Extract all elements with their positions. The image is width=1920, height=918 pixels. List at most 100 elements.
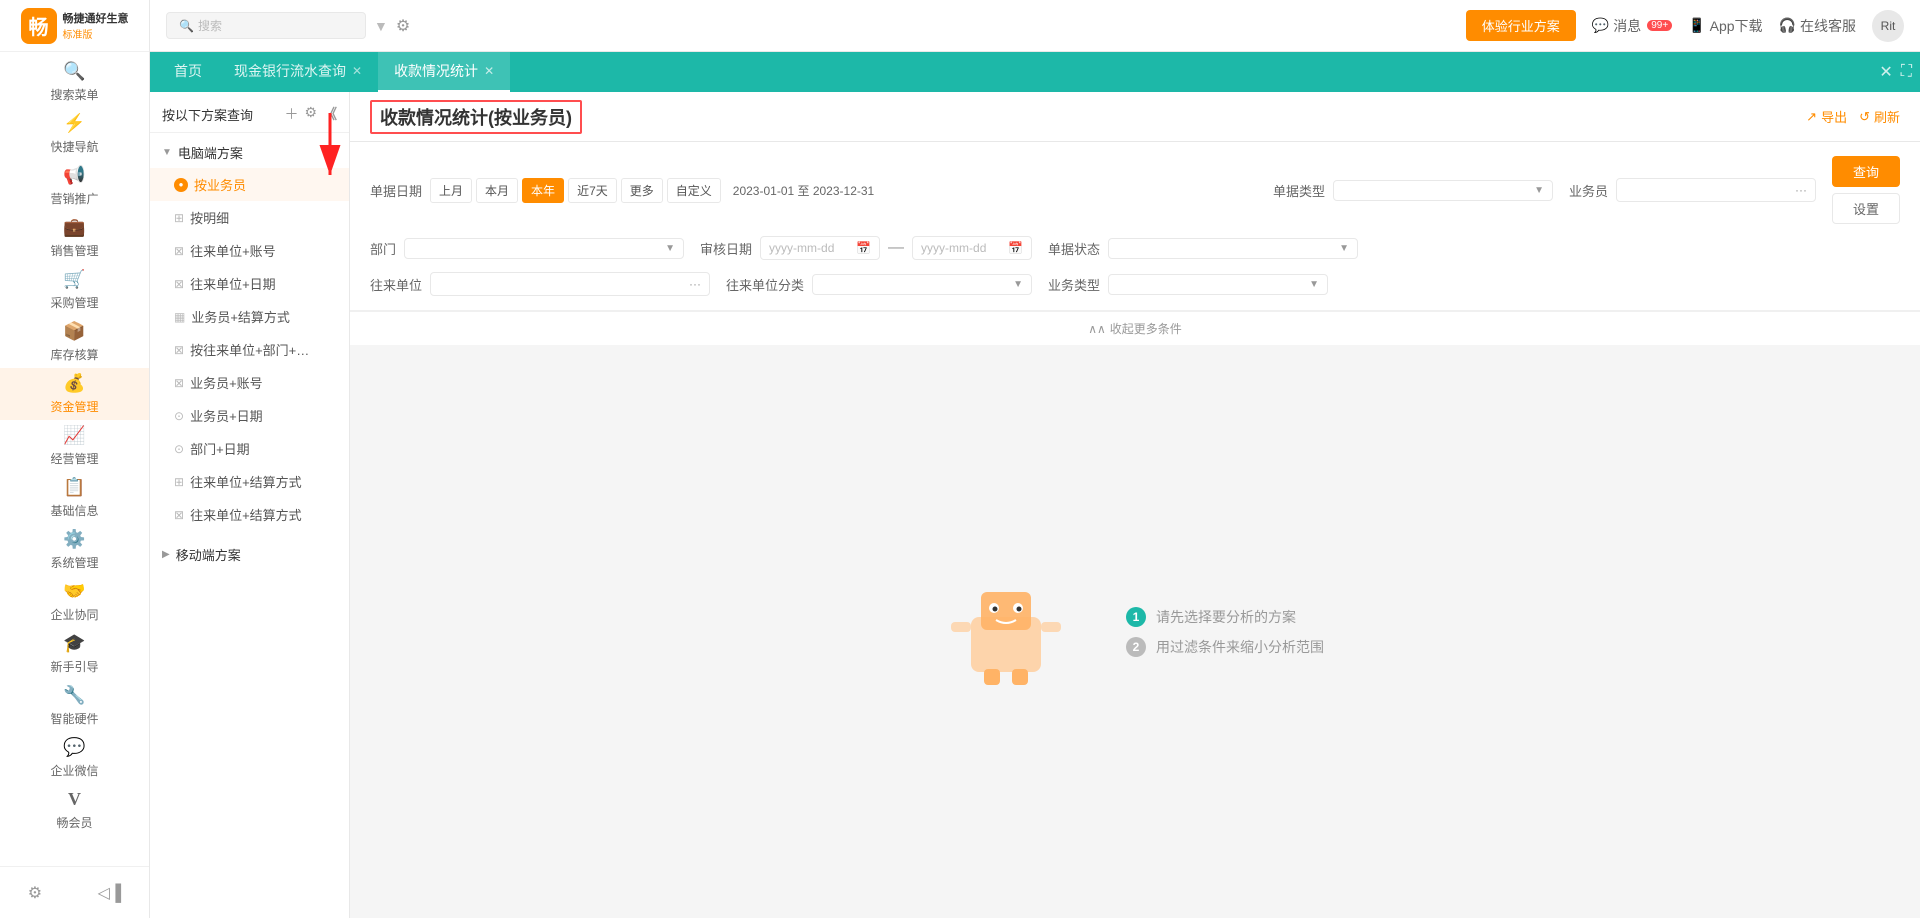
scheme-item-unit-settle2[interactable]: ⊠ 往来单位+结算方式 — [150, 498, 349, 531]
sidebar-item-sales[interactable]: 💼 销售管理 — [0, 212, 149, 264]
sidebar-item-guide[interactable]: 🎓 新手引导 — [0, 628, 149, 680]
avatar[interactable]: Rit — [1872, 10, 1904, 42]
search-placeholder: 搜索 — [198, 17, 222, 34]
query-button[interactable]: 查询 — [1832, 156, 1900, 187]
salesperson-account-icon: ⊠ — [174, 376, 184, 390]
search-icon: 🔍 — [63, 61, 85, 82]
doctype-arrow-icon: ▼ — [1534, 185, 1544, 196]
date-btn-thismonth[interactable]: 本月 — [476, 178, 518, 203]
sidebar-item-label: 企业微信 — [50, 762, 98, 779]
date-btn-custom[interactable]: 自定义 — [667, 178, 721, 203]
date-btn-7days[interactable]: 近7天 — [568, 178, 617, 203]
service-label: 在线客服 — [1800, 16, 1856, 36]
sidebar-item-member[interactable]: V 畅会员 — [0, 784, 149, 836]
collapse-sidebar-icon[interactable]: ◁▐ — [98, 883, 122, 903]
docstatus-select[interactable]: ▼ — [1108, 238, 1358, 259]
refresh-button[interactable]: ↺ 刷新 — [1859, 107, 1900, 126]
sidebar-item-system[interactable]: ⚙️ 系统管理 — [0, 524, 149, 576]
operation-icon: 📈 — [63, 425, 85, 446]
message-btn[interactable]: 💬 消息 99+ — [1592, 16, 1672, 36]
sidebar-item-label: 畅会员 — [56, 814, 92, 831]
mobile-scheme-title[interactable]: ▶ 移动端方案 — [150, 539, 349, 570]
tab-cashflow[interactable]: 现金银行流水查询 ✕ — [218, 52, 378, 92]
left-panel-title: 按以下方案查询 — [162, 105, 253, 124]
scheme-item-unit-account[interactable]: ⊠ 往来单位+账号 — [150, 234, 349, 267]
tab-collection[interactable]: 收款情况统计 ✕ — [378, 52, 510, 92]
salesperson-filter: 业务员 ··· — [1569, 178, 1816, 202]
topbar-settings-icon[interactable]: ⚙ — [396, 16, 410, 36]
empty-step-2: 2 用过滤条件来缩小分析范围 — [1126, 637, 1324, 657]
close-window-icon[interactable]: ✕ — [1879, 62, 1892, 82]
scheme-item-salesperson-settle[interactable]: ▦ 业务员+结算方式 — [150, 300, 349, 333]
sidebar-item-basic[interactable]: 📋 基础信息 — [0, 472, 149, 524]
sidebar-item-purchase[interactable]: 🛒 采购管理 — [0, 264, 149, 316]
audit-date-end[interactable]: yyyy-mm-dd 📅 — [912, 236, 1032, 260]
system-icon: ⚙️ — [63, 529, 85, 550]
salesperson-select[interactable]: ··· — [1616, 178, 1816, 202]
tab-collection-close[interactable]: ✕ — [484, 64, 494, 78]
scheme-item-salesperson-date[interactable]: ⊙ 业务员+日期 — [150, 399, 349, 432]
scheme-group-mobile: ▶ 移动端方案 — [150, 535, 349, 574]
doctype-select[interactable]: ▼ — [1333, 180, 1553, 201]
dept-date-icon: ⊙ — [174, 442, 184, 456]
scheme-item-salesperson[interactable]: ● 按业务员 — [150, 168, 349, 201]
sidebar-item-marketing[interactable]: 📢 营销推广 — [0, 160, 149, 212]
scheme-item-label: 按往来单位+部门+收... — [190, 340, 320, 359]
export-button[interactable]: ↗ 导出 — [1806, 107, 1847, 126]
date-btn-lastmonth[interactable]: 上月 — [430, 178, 472, 203]
tab-collection-label: 收款情况统计 — [394, 61, 478, 81]
tab-cashflow-close[interactable]: ✕ — [352, 64, 362, 78]
calendar-end-icon: 📅 — [1008, 241, 1023, 255]
search-box[interactable]: 🔍 搜索 — [166, 12, 366, 39]
trial-button[interactable]: 体验行业方案 — [1466, 10, 1576, 41]
sidebar-item-operation[interactable]: 📈 经营管理 — [0, 420, 149, 472]
maximize-icon[interactable]: ⛶ — [1901, 63, 1912, 81]
add-scheme-icon[interactable]: ＋ — [284, 104, 298, 124]
avatar-text: Rit — [1881, 19, 1896, 33]
docstatus-filter: 单据状态 ▼ — [1048, 238, 1358, 259]
collapse-panel-icon[interactable]: 《 — [323, 104, 337, 124]
sidebar-item-search[interactable]: 🔍 搜索菜单 — [0, 56, 149, 108]
business-type-select[interactable]: ▼ — [1108, 274, 1328, 295]
service-btn[interactable]: 🎧 在线客服 — [1779, 16, 1856, 36]
unit-category-label: 往来单位分类 — [726, 275, 804, 294]
scheme-item-unit-date[interactable]: ⊠ 往来单位+日期 — [150, 267, 349, 300]
unit-category-arrow-icon: ▼ — [1013, 279, 1023, 290]
pc-scheme-title[interactable]: ▼ 电脑端方案 — [150, 137, 349, 168]
scheme-item-detail[interactable]: ⊞ 按明细 — [150, 201, 349, 234]
sidebar-item-label: 企业协同 — [50, 606, 98, 623]
audit-date-start[interactable]: yyyy-mm-dd 📅 — [760, 236, 880, 260]
audit-date-end-text: yyyy-mm-dd — [921, 241, 986, 255]
sidebar-item-hardware[interactable]: 🔧 智能硬件 — [0, 680, 149, 732]
download-btn[interactable]: 📱 App下载 — [1688, 16, 1762, 36]
scheme-settings-icon[interactable]: ⚙ — [304, 104, 317, 124]
sidebar-item-quicknav[interactable]: ⚡ 快捷导航 — [0, 108, 149, 160]
topbar-dropdown-icon[interactable]: ▼ — [374, 18, 388, 34]
export-label: 导出 — [1821, 107, 1847, 126]
sidebar-item-enterprise[interactable]: 🤝 企业协同 — [0, 576, 149, 628]
topbar-right: 体验行业方案 💬 消息 99+ 📱 App下载 🎧 在线客服 Rit — [1466, 10, 1904, 42]
sidebar-item-finance[interactable]: 💰 资金管理 — [0, 368, 149, 420]
scheme-item-label: 部门+日期 — [190, 439, 250, 458]
settings-footer-icon[interactable]: ⚙ — [28, 883, 42, 903]
source-unit-select[interactable]: ··· — [430, 272, 710, 296]
date-btn-more[interactable]: 更多 — [621, 178, 663, 203]
scheme-item-dept-date[interactable]: ⊙ 部门+日期 — [150, 432, 349, 465]
scheme-item-unit-dept[interactable]: ⊠ 按往来单位+部门+收... — [150, 333, 349, 366]
tab-home[interactable]: 首页 — [158, 52, 218, 92]
dept-select[interactable]: ▼ — [404, 238, 684, 259]
scheme-item-label: 业务员+日期 — [190, 406, 263, 425]
salesperson-date-icon: ⊙ — [174, 409, 184, 423]
setting-button[interactable]: 设置 — [1832, 193, 1900, 224]
sidebar-item-wechat[interactable]: 💬 企业微信 — [0, 732, 149, 784]
collapse-bar[interactable]: ∧∧ 收起更多条件 — [350, 311, 1920, 345]
date-btn-thisyear[interactable]: 本年 — [522, 178, 564, 203]
sidebar-item-inventory[interactable]: 📦 库存核算 — [0, 316, 149, 368]
scheme-item-salesperson-account[interactable]: ⊠ 业务员+账号 — [150, 366, 349, 399]
quicknav-icon: ⚡ — [63, 113, 85, 134]
scheme-group-pc: ▼ 电脑端方案 ● 按业务员 ⊞ 按明细 ⊠ 往来单位+账号 ⊠ 往来单位+ — [150, 133, 349, 535]
scheme-item-label: 往来单位+账号 — [190, 241, 276, 260]
scheme-item-unit-settle1[interactable]: ⊞ 往来单位+结算方式 — [150, 465, 349, 498]
collapse-arrow-icon: ▶ — [162, 549, 170, 560]
unit-category-select[interactable]: ▼ — [812, 274, 1032, 295]
